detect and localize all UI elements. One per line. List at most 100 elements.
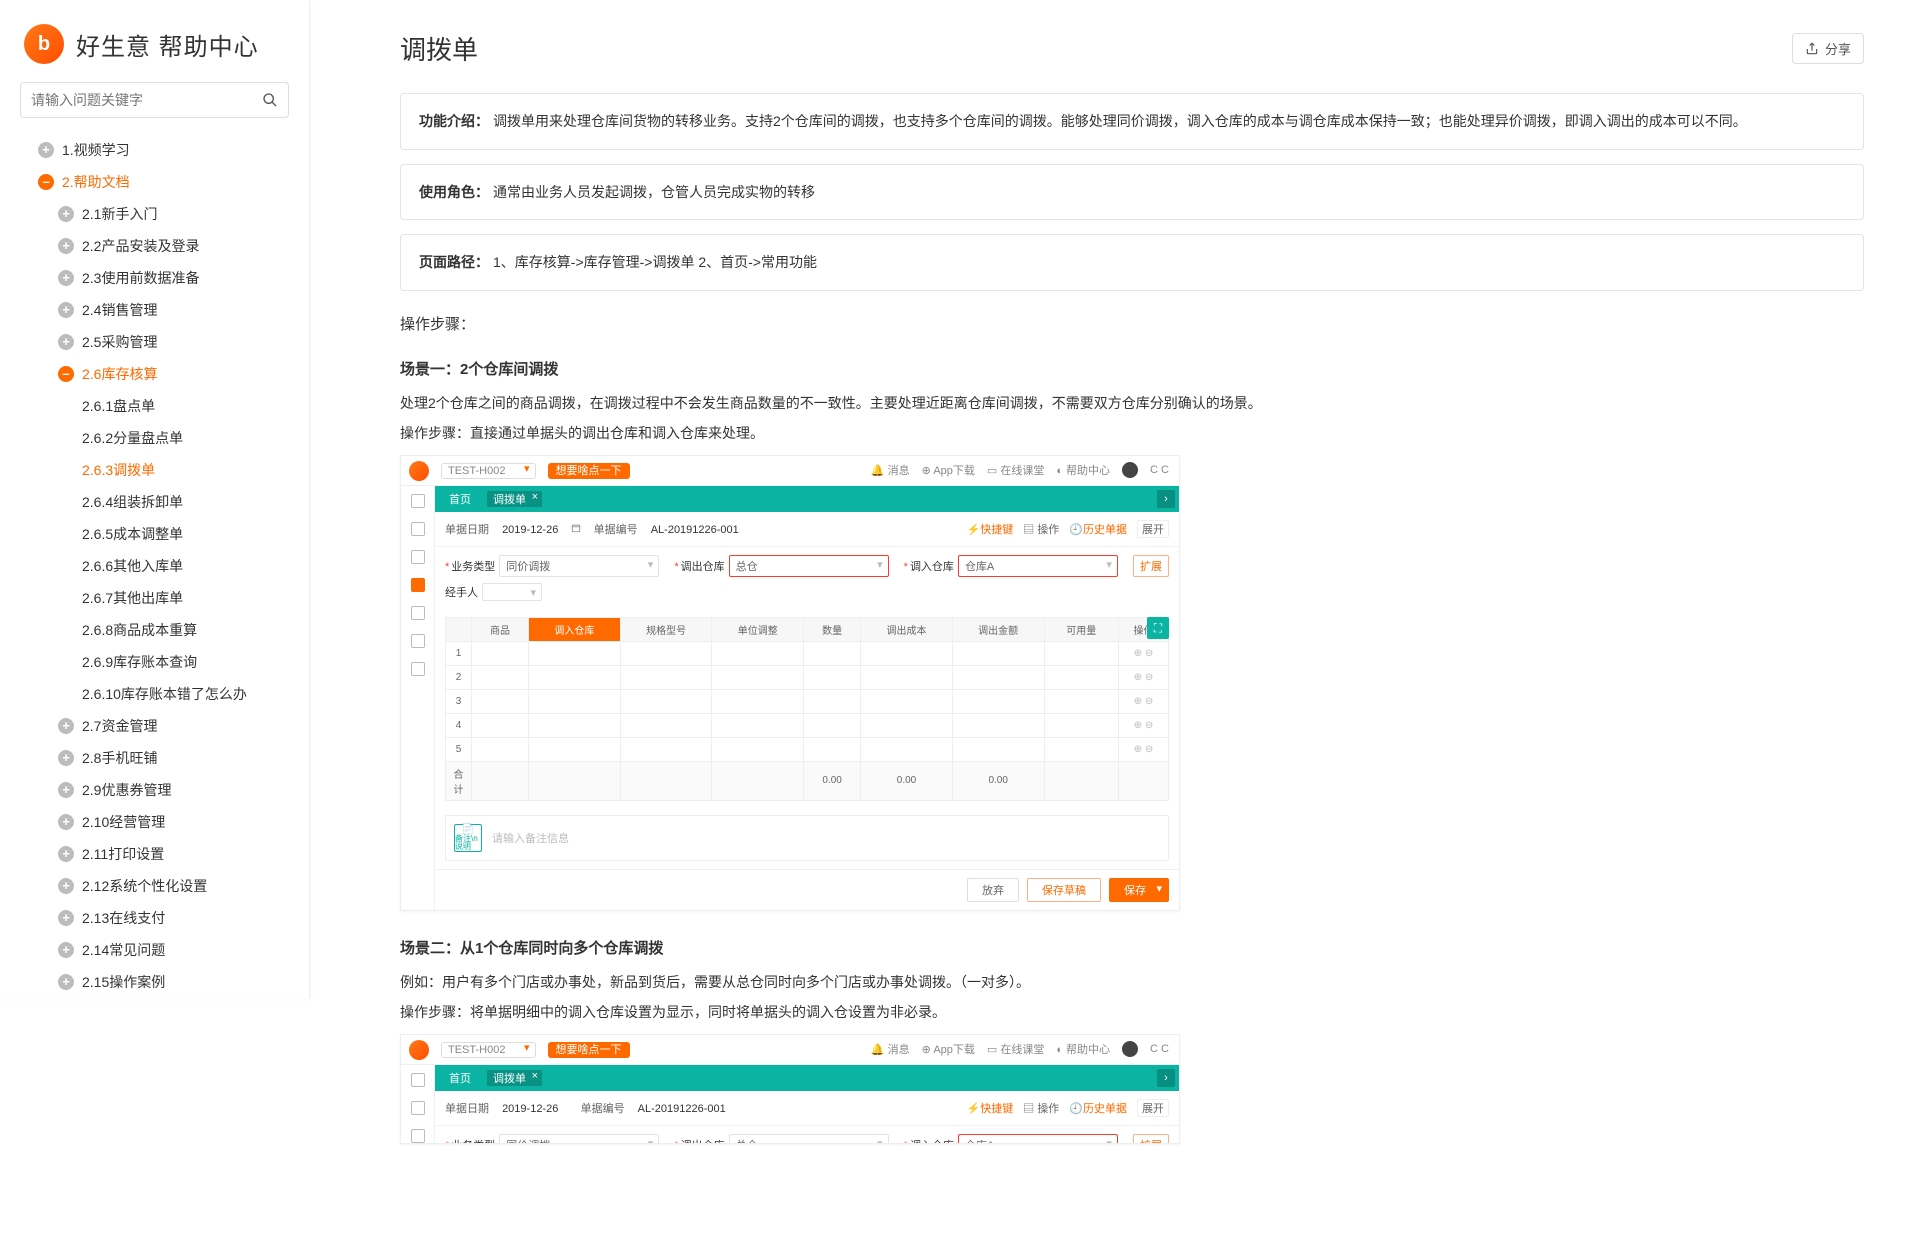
extend-button[interactable]: 扩展 <box>1133 555 1169 577</box>
table-row[interactable]: 2⊕ ⊖ <box>446 665 1169 689</box>
ops-link[interactable]: ▤ 操作 <box>1023 521 1059 537</box>
top-class-link[interactable]: ▭ 在线课堂 <box>987 462 1044 478</box>
top-action-button[interactable]: 想要啥点一下 <box>548 463 630 479</box>
app-logo-icon <box>409 461 429 481</box>
tab-doc[interactable]: 调拨单 <box>487 1070 542 1086</box>
search-input[interactable] <box>31 92 262 108</box>
top-class-link[interactable]: ▭ 在线课堂 <box>987 1041 1044 1057</box>
nav-item-2-6-6[interactable]: 2.6.6其他入库单 <box>0 550 309 582</box>
out-wh-select[interactable]: 总仓 <box>729 1134 889 1144</box>
nav-item-2-6[interactable]: 2.6库存核算 <box>0 358 309 390</box>
table-row[interactable]: 1⊕ ⊖ <box>446 641 1169 665</box>
save-draft-button[interactable]: 保存草稿 <box>1027 878 1101 902</box>
plus-icon <box>58 206 74 222</box>
history-link[interactable]: 🕘历史单据 <box>1069 521 1127 537</box>
nav-item-2-6-1[interactable]: 2.6.1盘点单 <box>0 390 309 422</box>
quickkey-link[interactable]: ⚡快捷键 <box>967 1100 1014 1116</box>
history-link[interactable]: 🕘历史单据 <box>1069 1100 1127 1116</box>
nav-item-2-15[interactable]: 2.15操作案例 <box>0 966 309 998</box>
rail-icon[interactable] <box>411 494 425 508</box>
nav-item-2-6-2[interactable]: 2.6.2分量盘点单 <box>0 422 309 454</box>
discard-button[interactable]: 放弃 <box>967 878 1019 902</box>
collapse-icon[interactable]: › <box>1157 1069 1175 1087</box>
nav-item-2-14[interactable]: 2.14常见问题 <box>0 934 309 966</box>
nav-item-video[interactable]: 1.视频学习 <box>0 134 309 166</box>
people-select[interactable] <box>482 583 542 601</box>
rail-icon[interactable] <box>411 606 425 620</box>
nav-item-2-6-7[interactable]: 2.6.7其他出库单 <box>0 582 309 614</box>
doc-date-value[interactable]: 2019-12-26 <box>502 1103 558 1115</box>
rail-icon[interactable] <box>411 1073 425 1087</box>
search-input-wrap[interactable] <box>20 82 289 118</box>
save-button[interactable]: 保存 <box>1109 878 1169 902</box>
out-wh-select[interactable]: 总仓 <box>729 555 889 577</box>
rail-icon[interactable] <box>411 550 425 564</box>
type-select[interactable]: 同价调拨 <box>499 1134 659 1144</box>
rail-icon[interactable] <box>411 578 425 592</box>
top-help-link[interactable]: ◐ 帮助中心 <box>1056 462 1110 478</box>
top-msg-link[interactable]: 🔔 消息 <box>871 1041 910 1057</box>
rail-icon[interactable] <box>411 522 425 536</box>
top-app-link[interactable]: ⊕ App下载 <box>922 462 975 478</box>
plus-icon <box>58 846 74 862</box>
doc-sn-label: 单据编号 <box>581 1103 625 1115</box>
nav-item-2-1[interactable]: 2.1新手入门 <box>0 198 309 230</box>
quickkey-link[interactable]: ⚡快捷键 <box>967 521 1014 537</box>
avatar-icon[interactable] <box>1122 1041 1138 1057</box>
nav-tree: 1.视频学习 2.帮助文档 2.1新手入门 2.2产品安装及登录 2.3使用前数… <box>0 134 309 998</box>
nav-item-2-13[interactable]: 2.13在线支付 <box>0 902 309 934</box>
table-row[interactable]: 3⊕ ⊖ <box>446 689 1169 713</box>
nav-item-2-8[interactable]: 2.8手机旺铺 <box>0 742 309 774</box>
nav-item-2-6-5[interactable]: 2.6.5成本调整单 <box>0 518 309 550</box>
nav-item-2-9[interactable]: 2.9优惠券管理 <box>0 774 309 806</box>
top-action-button[interactable]: 想要啥点一下 <box>548 1042 630 1058</box>
scene1-text-2: 操作步骤：直接通过单据头的调出仓库和调入仓库来处理。 <box>400 419 1864 447</box>
nav-item-2-4[interactable]: 2.4销售管理 <box>0 294 309 326</box>
rail-icon[interactable] <box>411 1129 425 1143</box>
tab-home[interactable]: 首页 <box>443 491 477 507</box>
tab-home[interactable]: 首页 <box>443 1070 477 1086</box>
collapse-icon[interactable]: › <box>1157 490 1175 508</box>
avatar-icon[interactable] <box>1122 462 1138 478</box>
nav-item-2-12[interactable]: 2.12系统个性化设置 <box>0 870 309 902</box>
nav-item-2-6-8[interactable]: 2.6.8商品成本重算 <box>0 614 309 646</box>
nav-item-2-11[interactable]: 2.11打印设置 <box>0 838 309 870</box>
workspace-select[interactable]: TEST-H002 <box>441 463 536 479</box>
share-button[interactable]: 分享 <box>1792 33 1864 64</box>
nav-item-2-7[interactable]: 2.7资金管理 <box>0 710 309 742</box>
th-index <box>446 617 472 641</box>
nav-item-2-2[interactable]: 2.2产品安装及登录 <box>0 230 309 262</box>
top-help-link[interactable]: ◐ 帮助中心 <box>1056 1041 1110 1057</box>
rail-icon[interactable] <box>411 1101 425 1115</box>
tab-doc[interactable]: 调拨单 <box>487 491 542 507</box>
rail-icon[interactable] <box>411 634 425 648</box>
doc-date-value[interactable]: 2019-12-26 <box>502 524 558 536</box>
top-app-link[interactable]: ⊕ App下载 <box>922 1041 975 1057</box>
nav-item-docs[interactable]: 2.帮助文档 <box>0 166 309 198</box>
type-select[interactable]: 同价调拨 <box>499 555 659 577</box>
in-wh-label: 调入仓库 <box>904 1137 954 1144</box>
fullscreen-icon[interactable]: ⛶ <box>1147 617 1169 639</box>
in-wh-select[interactable]: 仓库A <box>958 555 1118 577</box>
nav-item-2-6-9[interactable]: 2.6.9库存账本查询 <box>0 646 309 678</box>
in-wh-select[interactable]: 仓库A <box>958 1134 1118 1144</box>
note-box[interactable]: 📄备注\n说明 请输入备注信息 <box>445 815 1169 861</box>
expand-toggle[interactable]: 展开 <box>1137 1099 1169 1117</box>
nav-item-2-6-10[interactable]: 2.6.10库存账本错了怎么办 <box>0 678 309 710</box>
top-msg-link[interactable]: 🔔 消息 <box>871 462 910 478</box>
workspace-select[interactable]: TEST-H002 <box>441 1042 536 1058</box>
nav-item-2-6-4[interactable]: 2.6.4组装拆卸单 <box>0 486 309 518</box>
nav-item-2-10[interactable]: 2.10经营管理 <box>0 806 309 838</box>
ops-link[interactable]: ▤ 操作 <box>1023 1100 1059 1116</box>
table-row[interactable]: 5⊕ ⊖ <box>446 737 1169 761</box>
th-amt: 调出金额 <box>952 617 1044 641</box>
nav-item-2-6-3[interactable]: 2.6.3调拨单 <box>0 454 309 486</box>
nav-item-2-5[interactable]: 2.5采购管理 <box>0 326 309 358</box>
app-logo-icon <box>409 1040 429 1060</box>
table-row[interactable]: 4⊕ ⊖ <box>446 713 1169 737</box>
extend-button[interactable]: 扩展 <box>1133 1134 1169 1144</box>
in-wh-label: 调入仓库 <box>904 558 954 574</box>
nav-item-2-3[interactable]: 2.3使用前数据准备 <box>0 262 309 294</box>
expand-toggle[interactable]: 展开 <box>1137 520 1169 538</box>
rail-icon[interactable] <box>411 662 425 676</box>
